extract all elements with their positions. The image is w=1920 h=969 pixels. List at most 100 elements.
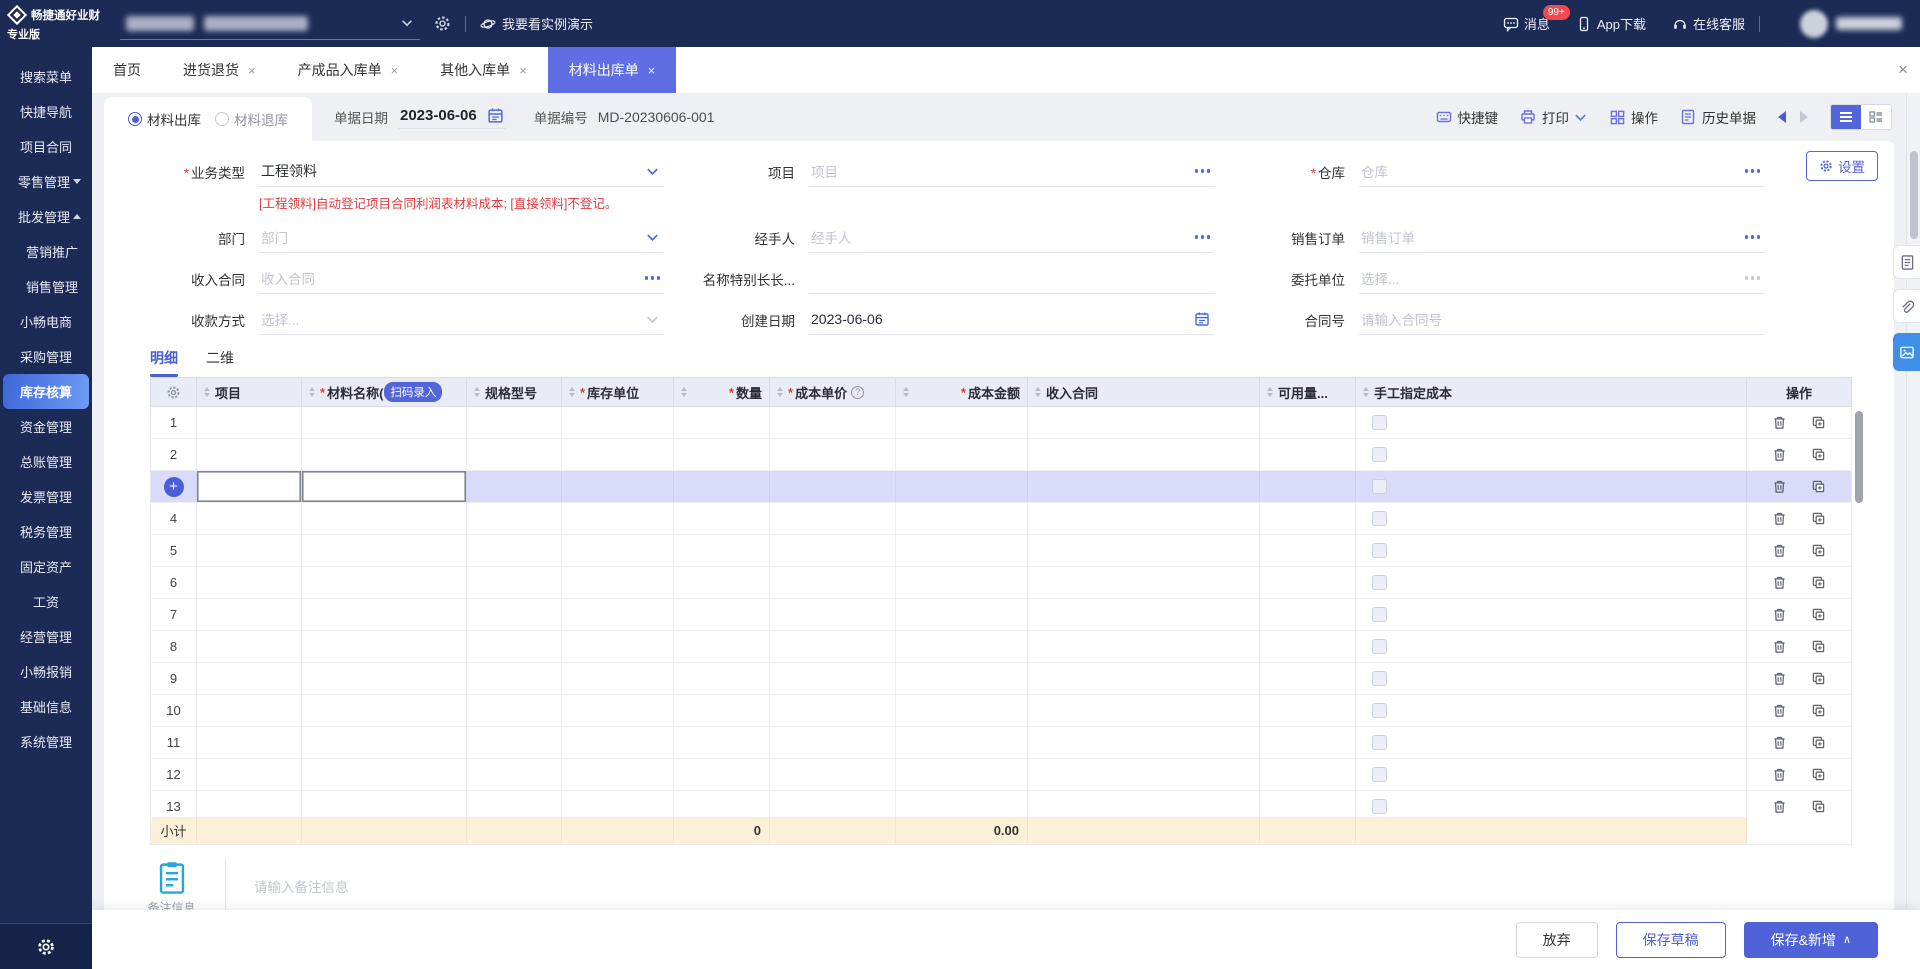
delete-row-icon[interactable] <box>1772 639 1787 654</box>
column-header-1[interactable] <box>151 378 197 406</box>
column-header-8[interactable]: * 成本金额 <box>896 378 1028 406</box>
manual-cost-checkbox[interactable] <box>1372 703 1387 718</box>
cell[interactable] <box>197 759 302 790</box>
cell[interactable] <box>674 695 770 726</box>
cell[interactable] <box>1747 759 1851 790</box>
copy-row-icon[interactable] <box>1811 703 1826 718</box>
cell[interactable] <box>1747 407 1851 438</box>
cell[interactable] <box>896 631 1028 662</box>
attachment-tool[interactable] <box>1893 289 1920 323</box>
copy-row-icon[interactable] <box>1811 639 1826 654</box>
cell[interactable] <box>302 503 467 534</box>
cell[interactable] <box>562 759 674 790</box>
cell[interactable] <box>1356 471 1747 502</box>
cell[interactable] <box>1028 439 1260 470</box>
ellipsis-icon[interactable] <box>1744 169 1760 173</box>
cell[interactable]: 5 <box>151 535 197 566</box>
copy-row-icon[interactable] <box>1811 799 1826 814</box>
cell[interactable] <box>1028 567 1260 598</box>
demo-link[interactable]: 我要看实例演示 <box>480 14 593 33</box>
sidebar-item-12[interactable]: 总账管理 <box>0 444 92 479</box>
cell[interactable] <box>1747 663 1851 694</box>
form-field-input[interactable]: 选择... <box>1359 264 1764 294</box>
cell[interactable] <box>1747 631 1851 662</box>
close-icon[interactable]: × <box>519 63 527 78</box>
cell[interactable] <box>770 631 896 662</box>
delete-row-icon[interactable] <box>1772 511 1787 526</box>
form-field-input[interactable]: 部门 <box>259 223 664 253</box>
form-field-input[interactable]: 2023-06-06 <box>809 305 1214 335</box>
detail-tab-2[interactable]: 二维 <box>206 348 234 377</box>
cell[interactable] <box>1356 791 1747 817</box>
cell[interactable] <box>467 791 562 817</box>
cell[interactable] <box>197 599 302 630</box>
cell[interactable] <box>1260 599 1356 630</box>
cell[interactable] <box>896 567 1028 598</box>
draft-note-tool[interactable] <box>1893 245 1920 279</box>
close-icon[interactable]: × <box>648 63 656 78</box>
cell[interactable] <box>302 567 467 598</box>
cell[interactable] <box>1356 759 1747 790</box>
table-row-6[interactable]: 6 <box>151 567 1851 599</box>
cell[interactable] <box>896 791 1028 817</box>
copy-row-icon[interactable] <box>1811 767 1826 782</box>
cell[interactable]: 2 <box>151 439 197 470</box>
cell[interactable] <box>1028 407 1260 438</box>
remark-input[interactable]: 请输入备注信息 <box>226 859 1894 910</box>
cell[interactable] <box>197 407 302 438</box>
user-account[interactable] <box>1800 9 1902 38</box>
tab-1[interactable]: 首页 <box>92 47 162 93</box>
cell[interactable] <box>302 663 467 694</box>
column-header-7[interactable]: * 成本单价? <box>770 378 896 406</box>
cell[interactable] <box>197 471 302 502</box>
cell[interactable] <box>562 439 674 470</box>
sort-arrows-icon[interactable] <box>1267 386 1273 398</box>
cell[interactable] <box>1747 695 1851 726</box>
cell[interactable] <box>1260 535 1356 566</box>
doc-date-field[interactable]: 2023-06-06 <box>398 105 506 129</box>
table-row-5[interactable]: 5 <box>151 535 1851 567</box>
save-draft-button[interactable]: 保存草稿 <box>1615 921 1726 958</box>
sidebar-item-20[interactable]: 系统管理 <box>0 724 92 759</box>
cell[interactable] <box>1747 471 1851 502</box>
cell[interactable] <box>1356 599 1747 630</box>
cell[interactable] <box>197 503 302 534</box>
cell[interactable] <box>674 663 770 694</box>
cell[interactable] <box>467 535 562 566</box>
table-row-10[interactable]: 10 <box>151 695 1851 727</box>
cell[interactable] <box>1260 503 1356 534</box>
cell[interactable] <box>1260 567 1356 598</box>
form-field-input[interactable]: 仓库 <box>1359 157 1764 187</box>
cell[interactable] <box>896 663 1028 694</box>
save-and-new-button[interactable]: 保存&新增 ∧ <box>1743 921 1878 958</box>
cell[interactable] <box>302 727 467 758</box>
cell[interactable] <box>770 439 896 470</box>
sidebar-item-3[interactable]: 项目合同 <box>0 129 92 164</box>
cell[interactable] <box>770 503 896 534</box>
sidebar-item-16[interactable]: 工资 <box>0 584 92 619</box>
cell[interactable] <box>302 471 467 502</box>
cell[interactable]: 7 <box>151 599 197 630</box>
form-field-input[interactable]: 工程领料 <box>259 157 664 187</box>
cell[interactable] <box>674 567 770 598</box>
cell[interactable] <box>1028 599 1260 630</box>
delete-row-icon[interactable] <box>1772 479 1787 494</box>
cell[interactable] <box>770 727 896 758</box>
cell[interactable] <box>1356 695 1747 726</box>
cell[interactable] <box>562 631 674 662</box>
cell[interactable] <box>467 503 562 534</box>
copy-row-icon[interactable] <box>1811 735 1826 750</box>
cell[interactable]: 4 <box>151 503 197 534</box>
cell[interactable] <box>896 503 1028 534</box>
table-row-8[interactable]: 8 <box>151 631 1851 663</box>
table-row-4[interactable]: 4 <box>151 503 1851 535</box>
cell[interactable] <box>770 407 896 438</box>
sidebar-item-10[interactable]: 库存核算 <box>3 374 89 409</box>
table-row-7[interactable]: 7 <box>151 599 1851 631</box>
cell[interactable] <box>1747 503 1851 534</box>
cell[interactable]: + <box>151 471 197 502</box>
form-field-input[interactable]: 项目 <box>809 157 1214 187</box>
cell[interactable] <box>467 439 562 470</box>
sort-arrows-icon[interactable] <box>681 386 687 398</box>
sort-arrows-icon[interactable] <box>1035 386 1041 398</box>
